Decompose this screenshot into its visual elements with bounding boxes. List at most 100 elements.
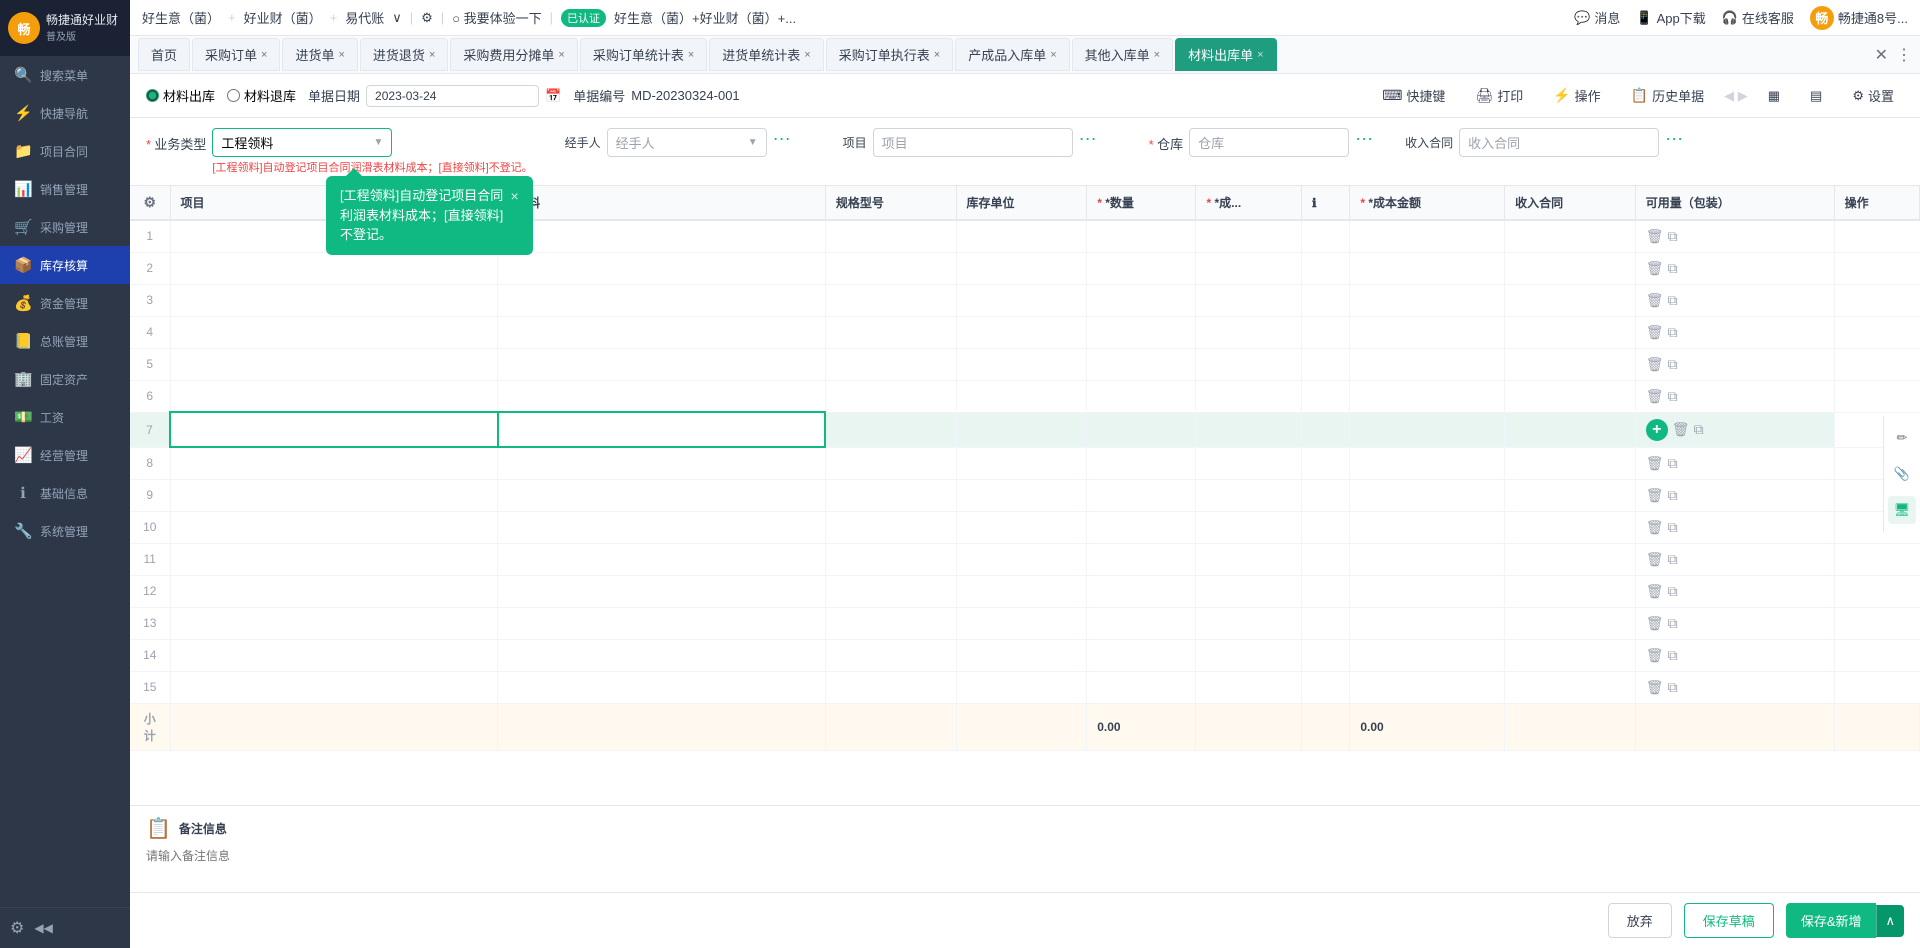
table-cell[interactable] (825, 543, 956, 575)
table-cell[interactable] (1350, 671, 1505, 703)
table-cell[interactable] (498, 316, 826, 348)
copy-row-btn[interactable]: ⧉ (1668, 519, 1678, 536)
sidebar-item-operations[interactable]: 📈 经营管理 (0, 436, 130, 474)
copy-row-btn[interactable]: ⧉ (1668, 615, 1678, 632)
operate-btn[interactable]: ⚡ 操作 (1543, 82, 1610, 109)
print-btn[interactable]: 🖨 打印 (1465, 82, 1533, 109)
table-cell[interactable] (170, 479, 498, 511)
delete-row-btn[interactable]: 🗑 (1646, 292, 1664, 309)
save-new-arrow-button[interactable]: ∧ (1876, 905, 1904, 937)
table-cell[interactable] (1505, 479, 1636, 511)
table-cell[interactable] (825, 671, 956, 703)
warehouse-more-icon[interactable]: ··· (1355, 128, 1373, 149)
table-cell[interactable] (1301, 412, 1349, 447)
copy-row-btn[interactable]: ⧉ (1668, 487, 1678, 504)
table-cell[interactable] (498, 380, 826, 412)
delete-row-btn[interactable]: 🗑 (1646, 455, 1664, 472)
close-all-tabs-icon[interactable]: ✕ (1875, 45, 1888, 65)
copy-row-btn[interactable]: ⧉ (1668, 551, 1678, 568)
table-cell[interactable] (825, 252, 956, 284)
delete-row-btn[interactable]: 🗑 (1646, 647, 1664, 664)
table-cell[interactable] (1301, 639, 1349, 671)
table-cell[interactable] (1196, 348, 1302, 380)
copy-row-btn[interactable]: ⧉ (1668, 583, 1678, 600)
more-link[interactable]: ∨ (392, 10, 402, 26)
table-cell[interactable] (1087, 479, 1196, 511)
tab-product-inbound[interactable]: 产成品入库单 × (955, 38, 1069, 71)
table-cell[interactable] (1301, 479, 1349, 511)
table-cell[interactable] (1301, 220, 1349, 252)
gear-icon[interactable]: ⚙ (421, 10, 433, 26)
table-cell[interactable] (825, 479, 956, 511)
table-cell[interactable] (1301, 348, 1349, 380)
history-btn[interactable]: 📋 历史单据 (1621, 82, 1714, 109)
sidebar-item-search[interactable]: 🔍 搜索菜单 (0, 56, 130, 94)
table-cell[interactable] (1196, 575, 1302, 607)
sidebar-item-basic-info[interactable]: ℹ 基础信息 (0, 474, 130, 512)
table-cell[interactable] (1505, 284, 1636, 316)
table-cell[interactable] (956, 511, 1087, 543)
column-settings-icon[interactable]: ⚙ (143, 194, 156, 210)
shortcut-btn[interactable]: ⌨ 快捷键 (1372, 82, 1455, 109)
table-cell[interactable] (1087, 380, 1196, 412)
table-cell[interactable] (170, 447, 498, 479)
table-cell[interactable] (498, 479, 826, 511)
table-cell[interactable] (498, 511, 826, 543)
delete-row-btn[interactable]: 🗑 (1646, 551, 1664, 568)
biz-type-input[interactable]: 工程领料 ▼ (212, 128, 392, 157)
delete-row-btn[interactable]: 🗑 (1646, 388, 1664, 405)
income-contract-input[interactable]: 收入合同 (1459, 128, 1659, 157)
table-cell[interactable] (825, 316, 956, 348)
tooltip-close-btn[interactable]: × (510, 186, 518, 207)
table-cell[interactable] (956, 447, 1087, 479)
table-cell[interactable] (170, 671, 498, 703)
table-cell[interactable] (1505, 380, 1636, 412)
table-cell[interactable] (1505, 671, 1636, 703)
table-cell[interactable] (170, 543, 498, 575)
table-cell[interactable] (1350, 348, 1505, 380)
table-cell[interactable] (825, 284, 956, 316)
table-cell[interactable] (1087, 252, 1196, 284)
table-cell[interactable] (825, 607, 956, 639)
table-cell[interactable] (1505, 447, 1636, 479)
table-cell[interactable] (956, 220, 1087, 252)
table-cell[interactable] (1350, 316, 1505, 348)
table-cell[interactable] (956, 639, 1087, 671)
table-cell[interactable] (1087, 316, 1196, 348)
table-cell[interactable] (1087, 412, 1196, 447)
table-cell[interactable] (1350, 447, 1505, 479)
table-cell[interactable] (170, 607, 498, 639)
save-new-button[interactable]: 保存&新增 (1786, 903, 1877, 938)
app-download-btn[interactable]: 📱 App下载 (1636, 8, 1705, 27)
table-cell[interactable] (1087, 220, 1196, 252)
attachment-panel-btn[interactable]: 📎 (1888, 460, 1916, 488)
sidebar-item-inventory[interactable]: 📦 库存核算 (0, 246, 130, 284)
table-cell[interactable] (1505, 575, 1636, 607)
table-cell[interactable] (170, 639, 498, 671)
delete-row-btn[interactable]: 🗑 (1646, 583, 1664, 600)
tab-close-icon[interactable]: × (429, 49, 435, 61)
warehouse-input[interactable]: 仓库 (1189, 128, 1349, 157)
handler-input[interactable]: 经手人 ▼ (607, 128, 767, 157)
table-cell[interactable] (498, 220, 826, 252)
table-cell[interactable] (170, 575, 498, 607)
copy-row-btn[interactable]: ⧉ (1668, 388, 1678, 405)
table-cell[interactable] (1505, 639, 1636, 671)
tab-home[interactable]: 首页 (138, 38, 190, 71)
delete-row-btn[interactable]: 🗑 (1646, 679, 1664, 696)
sidebar-item-finance[interactable]: 💰 资金管理 (0, 284, 130, 322)
message-btn[interactable]: 💬 消息 (1574, 8, 1620, 27)
table-cell[interactable] (825, 575, 956, 607)
table-cell[interactable] (956, 543, 1087, 575)
table-cell[interactable] (170, 316, 498, 348)
copy-row-btn[interactable]: ⧉ (1668, 228, 1678, 245)
tab-purchase-exec[interactable]: 采购订单执行表 × (826, 38, 953, 71)
tab-purchase-order[interactable]: 采购订单 × (192, 38, 280, 71)
save-draft-button[interactable]: 保存草稿 (1684, 903, 1774, 938)
discard-button[interactable]: 放弃 (1608, 903, 1672, 938)
table-cell[interactable] (498, 671, 826, 703)
table-cell[interactable] (1350, 284, 1505, 316)
table-cell[interactable] (825, 447, 956, 479)
table-cell[interactable] (1087, 639, 1196, 671)
table-cell[interactable] (1301, 252, 1349, 284)
